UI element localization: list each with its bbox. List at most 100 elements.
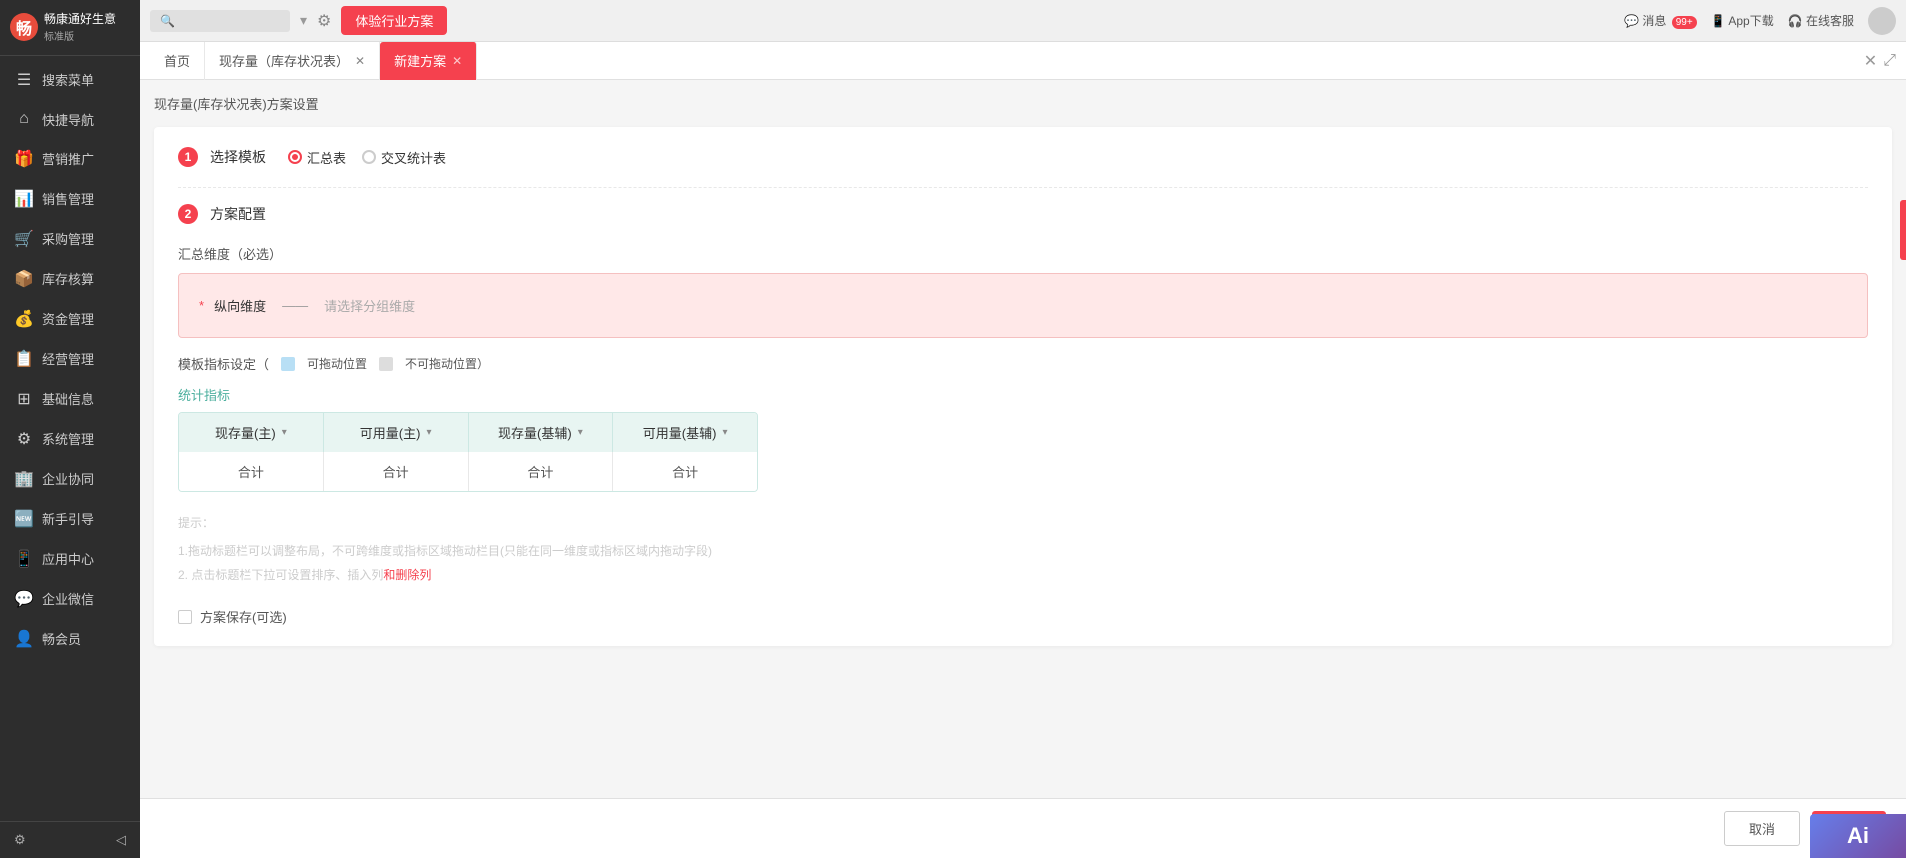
topbar-search-box[interactable]: 🔍 <box>150 10 290 32</box>
radio-cross-label: 交叉统计表 <box>381 148 446 167</box>
cancel-button[interactable]: 取消 <box>1724 811 1800 846</box>
col-available-main-chevron: ▾ <box>426 427 431 438</box>
summary-dimension-label: 汇总维度（必选） <box>178 244 1868 263</box>
sidebar-item-label: 企业微信 <box>42 589 94 608</box>
col-available-aux[interactable]: 可用量(基辅) ▾ <box>613 413 757 452</box>
tab-inventory-close-icon[interactable]: ✕ <box>355 54 365 68</box>
sidebar-item-label: 销售管理 <box>42 189 94 208</box>
save-row: 方案保存(可选) <box>178 607 1868 626</box>
tip-2-text: 2. 点击标题栏下拉可设置排序、插入列 <box>178 568 383 582</box>
save-scheme-checkbox[interactable] <box>178 610 192 624</box>
settings-icon[interactable]: ⚙ <box>14 832 26 848</box>
trial-button[interactable]: 体验行业方案 <box>341 6 447 35</box>
purchase-icon: 🛒 <box>14 229 34 249</box>
window-expand-icon[interactable]: ⤢ <box>1883 52 1896 70</box>
sidebar-item-wechat[interactable]: 💬 企业微信 <box>0 579 140 619</box>
radio-summary[interactable]: 汇总表 <box>288 148 346 167</box>
not-draggable-badge <box>379 357 393 371</box>
sidebar-item-basic-info[interactable]: ⊞ 基础信息 <box>0 379 140 419</box>
col-current-aux-chevron: ▾ <box>578 427 583 438</box>
sidebar-item-label: 资金管理 <box>42 309 94 328</box>
tab-inventory-status[interactable]: 现存量（库存状况表） ✕ <box>205 42 380 80</box>
indicator-settings-row: 模板指标设定（ 可拖动位置 不可拖动位置） <box>178 354 1868 373</box>
sidebar-item-sales[interactable]: 📊 销售管理 <box>0 179 140 219</box>
sidebar-footer: ⚙ ◁ <box>0 821 140 858</box>
step1-label: 选择模板 <box>210 147 266 167</box>
window-close-icon[interactable]: ✕ <box>1864 51 1877 71</box>
save-scheme-label: 方案保存(可选) <box>200 607 287 626</box>
not-draggable-label: 不可拖动位置） <box>405 355 489 372</box>
system-icon: ⚙ <box>14 429 34 449</box>
app-download-label[interactable]: 📱 App下载 <box>1711 12 1774 29</box>
customer-service-label[interactable]: 🎧 在线客服 <box>1788 12 1854 29</box>
step2-badge: 2 <box>178 204 198 224</box>
tips-title: 提示： <box>178 511 1868 535</box>
tab-home-label: 首页 <box>164 51 190 70</box>
sidebar-item-inventory[interactable]: 📦 库存核算 <box>0 259 140 299</box>
sidebar-item-marketing[interactable]: 🎁 营销推广 <box>0 139 140 179</box>
step1-row: 1 选择模板 汇总表 交叉统计表 <box>178 147 1868 167</box>
sidebar-item-label: 库存核算 <box>42 269 94 288</box>
sidebar-item-app-center[interactable]: 📱 应用中心 <box>0 539 140 579</box>
app-name: 畅康通好生意 <box>44 12 116 28</box>
col-current-main-chevron: ▾ <box>282 427 287 438</box>
message-badge: 99+ <box>1672 16 1697 29</box>
sidebar-item-search-menu[interactable]: ☰ 搜索菜单 <box>0 60 140 100</box>
cell-current-aux: 合计 <box>469 452 614 491</box>
sidebar-item-label: 快捷导航 <box>42 110 94 129</box>
sidebar: 畅 畅康通好生意 标准版 ☰ 搜索菜单 ⌂ 快捷导航 🎁 营销推广 📊 销售管理… <box>0 0 140 858</box>
col-current-main-label: 现存量(主) <box>215 423 276 442</box>
sidebar-item-system[interactable]: ⚙ 系统管理 <box>0 419 140 459</box>
cell-available-main: 合计 <box>324 452 469 491</box>
col-current-main[interactable]: 现存量(主) ▾ <box>179 413 324 452</box>
sidebar-item-label: 应用中心 <box>42 549 94 568</box>
tab-new-scheme[interactable]: 新建方案 ✕ <box>380 42 477 80</box>
tab-inventory-status-label: 现存量（库存状况表） <box>219 51 349 70</box>
col-current-aux-label: 现存量(基辅) <box>498 423 572 442</box>
stats-table-body: 合计 合计 合计 合计 <box>179 452 757 491</box>
sidebar-item-enterprise[interactable]: 🏢 企业协同 <box>0 459 140 499</box>
sidebar-item-purchase[interactable]: 🛒 采购管理 <box>0 219 140 259</box>
sidebar-item-operations[interactable]: 📋 经营管理 <box>0 339 140 379</box>
stats-section-title: 统计指标 <box>178 385 1868 404</box>
operations-icon: 📋 <box>14 349 34 369</box>
sidebar-item-quick-nav[interactable]: ⌂ 快捷导航 <box>0 100 140 139</box>
sidebar-item-member[interactable]: 👤 畅会员 <box>0 619 140 659</box>
dimension-required-mark: * <box>199 298 204 313</box>
dimension-row[interactable]: * 纵向维度 —— 请选择分组维度 <box>178 273 1868 338</box>
radio-cross-dot <box>362 150 376 164</box>
sidebar-item-label: 畅会员 <box>42 629 81 648</box>
tip-2: 2. 点击标题栏下拉可设置排序、插入列和删除列 <box>178 563 1868 587</box>
tab-new-scheme-close-icon[interactable]: ✕ <box>452 54 462 68</box>
user-avatar[interactable] <box>1868 7 1896 35</box>
app-logo: 畅 畅康通好生意 标准版 <box>0 0 140 56</box>
sidebar-item-finance[interactable]: 💰 资金管理 <box>0 299 140 339</box>
help-icon[interactable]: ◁ <box>116 832 126 848</box>
draggable-badge <box>281 357 295 371</box>
tab-home[interactable]: 首页 <box>150 42 205 80</box>
message-label[interactable]: 💬 消息 99+ <box>1624 12 1697 29</box>
chevron-down-icon[interactable]: ▾ <box>300 12 307 29</box>
gift-icon: 🎁 <box>14 149 34 169</box>
stats-table: 现存量(主) ▾ 可用量(主) ▾ 现存量(基辅) ▾ 可用量(基辅) <box>178 412 758 492</box>
resize-handle[interactable] <box>1900 200 1906 260</box>
tab-new-scheme-label: 新建方案 <box>394 51 446 70</box>
stats-section: 统计指标 现存量(主) ▾ 可用量(主) ▾ 现存量(基辅) <box>178 385 1868 495</box>
radio-cross[interactable]: 交叉统计表 <box>362 148 446 167</box>
scheme-panel: 1 选择模板 汇总表 交叉统计表 2 方案配置 <box>154 127 1892 646</box>
inventory-icon: 📦 <box>14 269 34 289</box>
col-available-main[interactable]: 可用量(主) ▾ <box>324 413 469 452</box>
col-available-aux-label: 可用量(基辅) <box>643 423 717 442</box>
ai-badge[interactable]: Ai <box>1810 814 1906 858</box>
page-title: 现存量(库存状况表)方案设置 <box>154 94 1892 113</box>
sidebar-item-label: 经营管理 <box>42 349 94 368</box>
gear-icon[interactable]: ⚙ <box>317 11 331 31</box>
stats-table-header: 现存量(主) ▾ 可用量(主) ▾ 现存量(基辅) ▾ 可用量(基辅) <box>179 413 757 452</box>
col-current-aux[interactable]: 现存量(基辅) ▾ <box>469 413 614 452</box>
tips-section: 提示： 1.拖动标题栏可以调整布局，不可跨维度或指标区域拖动栏目(只能在同一维度… <box>178 511 1868 587</box>
sidebar-item-new-guide[interactable]: 🆕 新手引导 <box>0 499 140 539</box>
sidebar-item-label: 基础信息 <box>42 389 94 408</box>
basic-info-icon: ⊞ <box>14 389 34 409</box>
sidebar-item-label: 企业协同 <box>42 469 94 488</box>
indicator-settings-label: 模板指标设定（ <box>178 354 269 373</box>
